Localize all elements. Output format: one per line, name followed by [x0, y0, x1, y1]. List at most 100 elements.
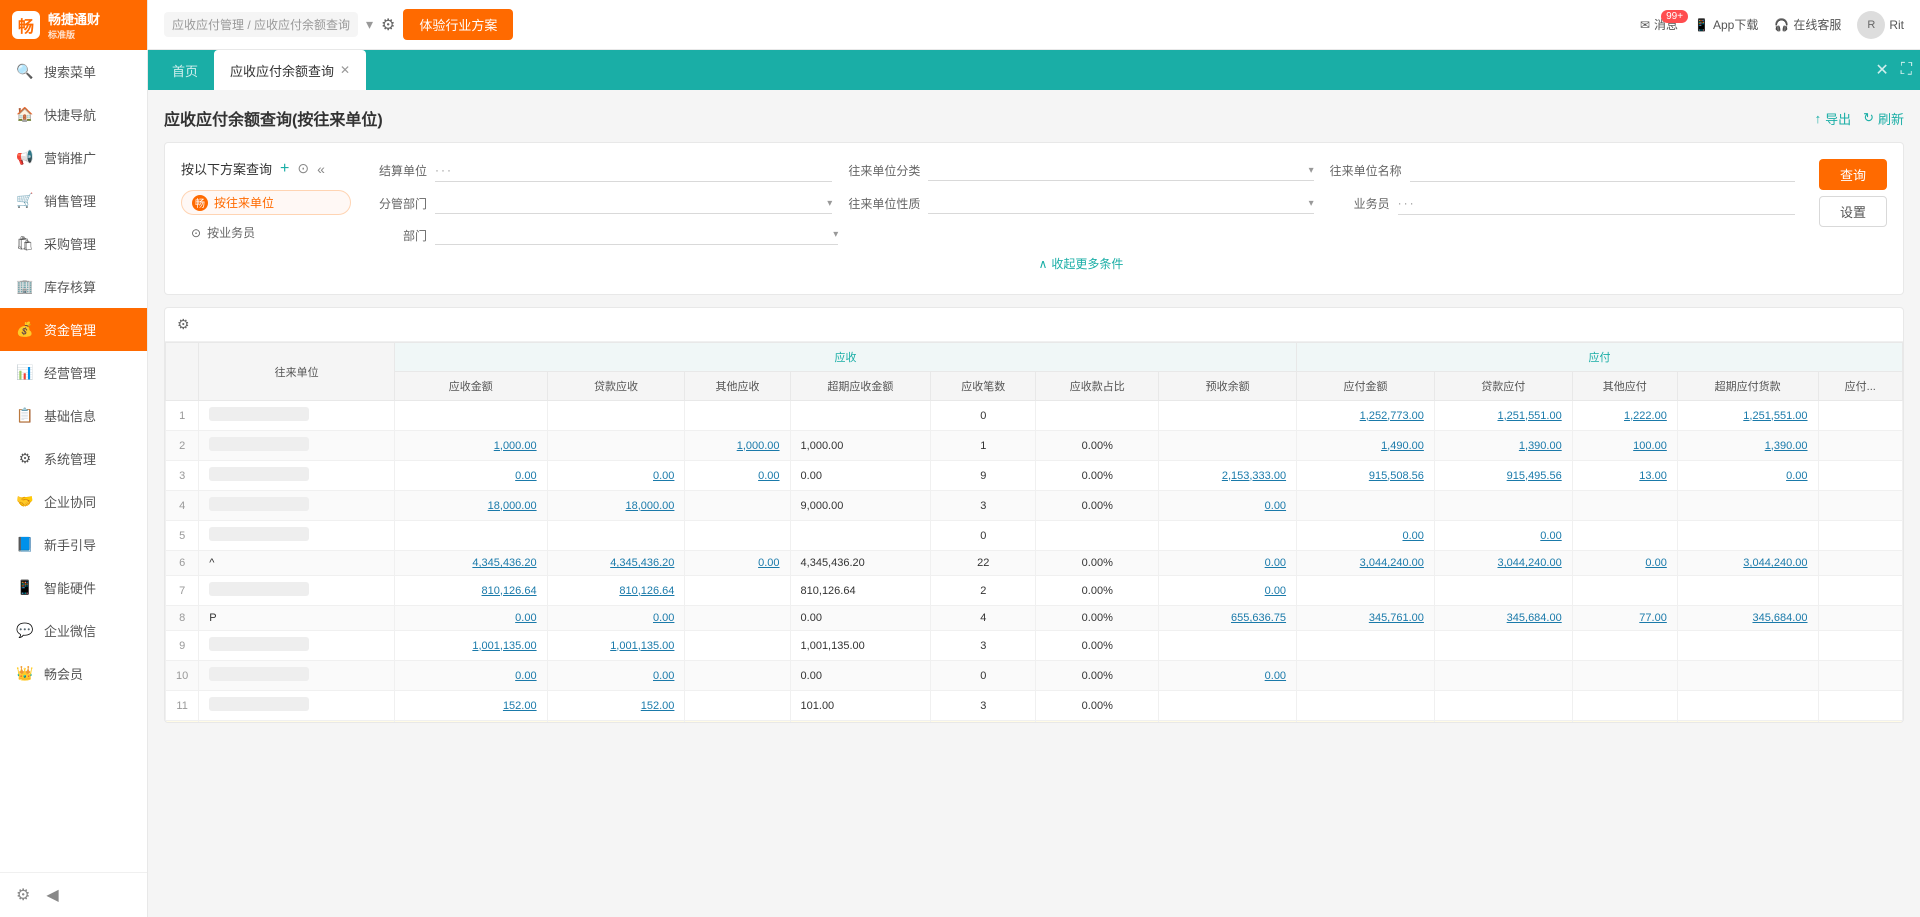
page-content: 应收应付余额查询(按往来单位) ↑ 导出 ↻ 刷新 按以下方案查询	[148, 90, 1920, 917]
sidebar-item-member[interactable]: 👑 畅会员	[0, 652, 147, 695]
filter-field-settlement: 结算单位 ···	[367, 159, 832, 182]
dept-select[interactable]: ▾	[435, 194, 832, 214]
th-ap-overdue: 超期应付货款	[1677, 372, 1818, 401]
tab-close-all-button[interactable]: ✕	[1875, 60, 1888, 80]
header-gear-icon[interactable]: ⚙	[381, 15, 395, 35]
filter-settings-icon[interactable]: ⊙	[297, 160, 309, 177]
sidebar-item-label: 资金管理	[44, 320, 96, 339]
sidebar-item-enterprise[interactable]: 🤝 企业协同	[0, 480, 147, 523]
filter-field-dept: 分管部门 ▾	[367, 194, 832, 214]
sidebar-collapse-icon[interactable]: ◀	[46, 885, 58, 905]
set-button[interactable]: 设置	[1819, 196, 1887, 227]
tab-home[interactable]: 首页	[156, 50, 214, 90]
table-row: 100.000.000.0000.00%0.00	[166, 661, 1903, 691]
data-table: 往来单位 应收 应付 应收金额 贷款应收 其他应收 超期应收金额 应收笔数 应收…	[165, 342, 1903, 722]
page-title-bar: 应收应付余额查询(按往来单位) ↑ 导出 ↻ 刷新	[164, 106, 1904, 130]
th-ap-extra: 应付...	[1818, 372, 1902, 401]
filter-field-partner-category: 往来单位分类 ▾	[848, 161, 1313, 181]
partner-name-input[interactable]	[1410, 159, 1795, 182]
th-ap-loan: 贷款应付	[1434, 372, 1572, 401]
tab-query[interactable]: 应收应付余额查询 ✕	[214, 50, 366, 90]
refresh-icon: ↻	[1863, 110, 1874, 126]
settlement-input[interactable]: ···	[435, 159, 832, 182]
filter-collapse-icon[interactable]: «	[317, 161, 325, 177]
total-ar-prepaid[interactable]: 6,417,215....	[1159, 721, 1297, 723]
breadcrumb-dropdown-icon[interactable]: ▾	[366, 16, 373, 33]
breadcrumb: 应收应付管理 / 应收应付余额查询	[164, 12, 358, 37]
sidebar-item-sales[interactable]: 🛒 销售管理	[0, 179, 147, 222]
filter-field-partner-nature: 往来单位性质 ▾	[848, 194, 1313, 214]
table-row: 101,252,773.001,251,551.001,222.001,251,…	[166, 401, 1903, 431]
sidebar-item-guide[interactable]: 📘 新手引导	[0, 523, 147, 566]
sidebar-item-marketing[interactable]: 📢 营销推广	[0, 136, 147, 179]
sidebar-settings-icon[interactable]: ⚙	[16, 885, 30, 905]
filter-row-1: 结算单位 ··· 往来单位分类 ▾	[367, 159, 1795, 182]
th-no	[166, 343, 199, 401]
sidebar-logo: 畅 畅捷通财 标准版	[0, 0, 147, 50]
table-footer: 合计 19,553,472,6... 100.00% 6,417,215....	[166, 721, 1903, 723]
marketing-icon: 📢	[16, 149, 34, 166]
filter-field-sub-dept: 部门 ▾	[367, 225, 838, 245]
sub-dept-label: 部门	[367, 227, 427, 244]
refresh-button[interactable]: ↻ 刷新	[1863, 109, 1904, 128]
salesman-input[interactable]: ···	[1398, 192, 1795, 215]
filter-field-salesman: 业务员 ···	[1330, 192, 1795, 215]
tab-query-label: 应收应付余额查询	[230, 61, 334, 80]
total-row: 合计 19,553,472,6... 100.00% 6,417,215....	[166, 721, 1903, 723]
trial-button[interactable]: 体验行业方案	[403, 9, 513, 40]
purchase-icon: 🛍	[16, 235, 34, 252]
collapse-more-btn[interactable]: ∧ 收起更多条件	[367, 249, 1795, 278]
table-wrapper[interactable]: 往来单位 应收 应付 应收金额 贷款应收 其他应收 超期应收金额 应收笔数 应收…	[165, 342, 1903, 722]
sidebar-item-operation[interactable]: 📊 经营管理	[0, 351, 147, 394]
filter-title: 按以下方案查询	[181, 159, 272, 178]
partner-nature-label: 往来单位性质	[848, 195, 920, 212]
sidebar-item-wechat[interactable]: 💬 企业微信	[0, 609, 147, 652]
online-service-item[interactable]: 🎧 在线客服	[1774, 16, 1841, 33]
tab-bar: 首页 应收应付余额查询 ✕ ✕ ⛶	[148, 50, 1920, 90]
sidebar-item-label: 库存核算	[44, 277, 96, 296]
filter-plan-by-salesman[interactable]: ⊙ 按业务员	[181, 221, 351, 244]
app-download-item[interactable]: 📱 App下载	[1694, 16, 1758, 33]
total-label	[166, 721, 199, 723]
table-row: 418,000.0018,000.009,000.0030.00%0.00	[166, 491, 1903, 521]
filter-row-3: 部门 ▾	[367, 225, 1795, 245]
sidebar: 畅 畅捷通财 标准版 🔍 搜索菜单 🏠 快捷导航 📢 营销推广 🛒 销售管理 🛍…	[0, 0, 148, 917]
query-button[interactable]: 查询	[1819, 159, 1887, 190]
salesman-label: 业务员	[1330, 195, 1390, 212]
user-info[interactable]: R Rit	[1857, 11, 1904, 39]
filter-plan-area: 按以下方案查询 + ⊙ « 畅 按往来单位 ⊙ 按业务员	[181, 159, 351, 244]
partner-category-select[interactable]: ▾	[928, 161, 1313, 181]
hardware-icon: 📱	[16, 579, 34, 596]
sidebar-item-system[interactable]: ⚙ 系统管理	[0, 437, 147, 480]
wechat-icon: 💬	[16, 622, 34, 639]
table-settings-bar: ⚙	[165, 308, 1903, 342]
table-row: 500.000.00	[166, 521, 1903, 551]
tab-close-icon[interactable]: ✕	[340, 63, 350, 77]
sidebar-bottom: ⚙ ◀	[0, 872, 147, 917]
total-ar-amount[interactable]: 19,553,472,6...	[394, 721, 547, 723]
export-label: 导出	[1825, 109, 1851, 128]
sidebar-item-quick-nav[interactable]: 🏠 快捷导航	[0, 93, 147, 136]
sidebar-item-hardware[interactable]: 📱 智能硬件	[0, 566, 147, 609]
filter-add-icon[interactable]: +	[280, 160, 289, 178]
table-row: 21,000.001,000.001,000.0010.00%1,490.001…	[166, 431, 1903, 461]
filter-plan-by-partner[interactable]: 畅 按往来单位	[181, 190, 351, 215]
sidebar-item-basic[interactable]: 📋 基础信息	[0, 394, 147, 437]
sidebar-item-purchase[interactable]: 🛍 采购管理	[0, 222, 147, 265]
export-button[interactable]: ↑ 导出	[1815, 109, 1852, 128]
sidebar-item-search-menu[interactable]: 🔍 搜索菜单	[0, 50, 147, 93]
message-item[interactable]: ✉ 消息 99+	[1640, 16, 1678, 33]
sales-icon: 🛒	[16, 192, 34, 209]
table-settings-icon[interactable]: ⚙	[177, 316, 190, 333]
sidebar-item-inventory[interactable]: 🏢 库存核算	[0, 265, 147, 308]
partner-nature-select[interactable]: ▾	[928, 194, 1313, 214]
user-avatar: R	[1857, 11, 1885, 39]
page-title: 应收应付余额查询(按往来单位)	[164, 106, 383, 130]
total-ar-ratio: 100.00%	[1036, 721, 1159, 723]
sub-dept-select[interactable]: ▾	[435, 225, 838, 245]
logo-icon: 畅	[12, 11, 40, 39]
total-ap-overdue[interactable]: -654,751.40	[1677, 721, 1818, 723]
sidebar-item-funds[interactable]: 💰 资金管理	[0, 308, 147, 351]
partner-name-label: 往来单位名称	[1330, 162, 1402, 179]
tab-expand-button[interactable]: ⛶	[1901, 60, 1912, 80]
